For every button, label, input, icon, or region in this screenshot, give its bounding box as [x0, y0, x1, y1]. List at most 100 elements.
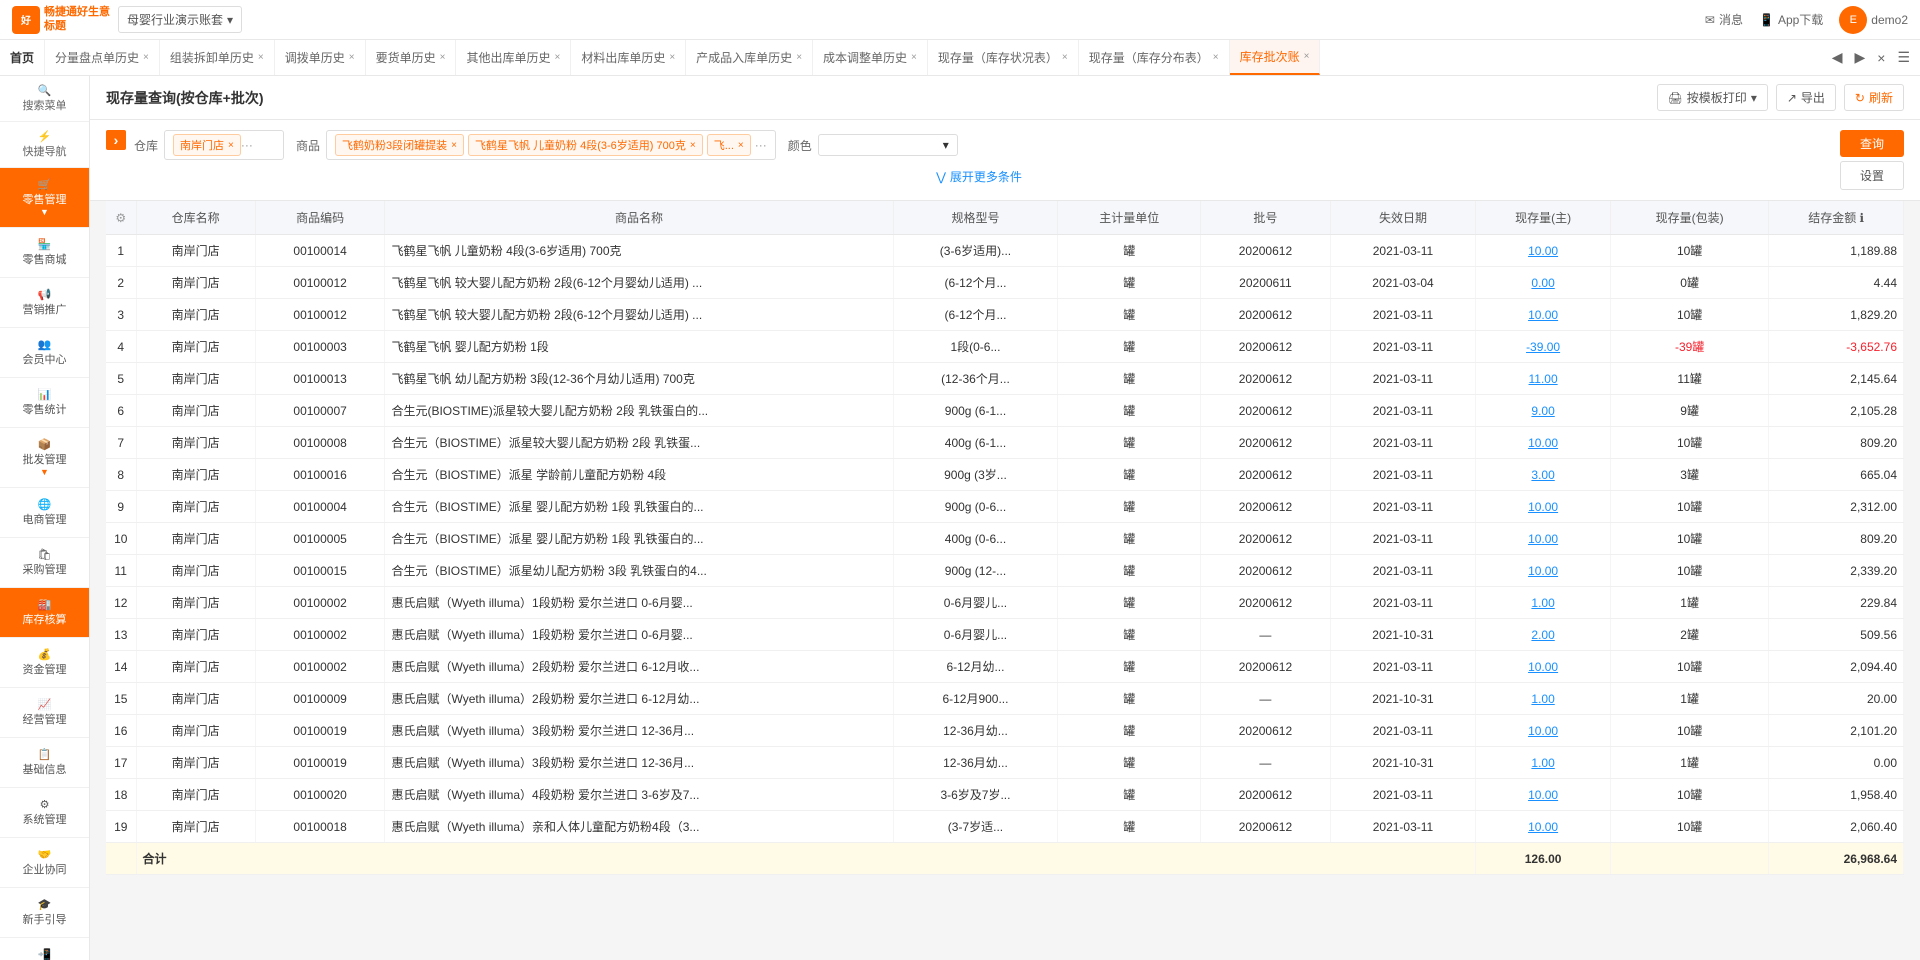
account-selector[interactable]: 母婴行业演示账套 ▾ [118, 6, 242, 33]
sidebar-item-retail[interactable]: 🛒 零售管理 ▼ [0, 168, 89, 228]
sidebar-item-member[interactable]: 👥 会员中心 [0, 328, 89, 378]
col-settings[interactable]: ⚙ [106, 201, 136, 235]
color-input[interactable]: ▾ [818, 134, 958, 156]
tab-diaobao[interactable]: 调拨单历史 × [275, 40, 366, 75]
cell-expire: 2021-03-11 [1330, 651, 1475, 683]
user-avatar[interactable]: E demo2 [1839, 6, 1908, 34]
cell-qty-main[interactable]: 10.00 [1476, 779, 1611, 811]
close-icon[interactable]: × [349, 52, 355, 63]
system-icon: ⚙ [4, 798, 85, 811]
app-download-btn[interactable]: 📱 App下载 [1759, 11, 1823, 28]
close-icon[interactable]: × [796, 52, 802, 63]
export-btn[interactable]: ↗ 导出 [1776, 84, 1836, 111]
sidebar-item-retail-stats[interactable]: 📊 零售统计 [0, 378, 89, 428]
cell-warehouse: 南岸门店 [136, 459, 255, 491]
close-icon[interactable]: × [440, 52, 446, 63]
close-icon[interactable]: × [143, 52, 149, 63]
cell-expire: 2021-03-11 [1330, 395, 1475, 427]
tab-home[interactable]: 首页 [0, 40, 45, 75]
warehouse-input[interactable]: 南岸门店 × ··· [164, 130, 284, 160]
tab-chancheng[interactable]: 产成品入库单历史 × [686, 40, 813, 75]
tab-kucun-fen[interactable]: 现存量（库存分布表） × [1079, 40, 1230, 75]
sidebar-item-enterprise[interactable]: 🤝 企业协同 [0, 838, 89, 888]
cell-qty-main[interactable]: 10.00 [1476, 651, 1611, 683]
cell-qty-main[interactable]: -39.00 [1476, 331, 1611, 363]
cell-unit: 罐 [1058, 555, 1201, 587]
cell-code: 00100015 [255, 555, 385, 587]
cell-batch: 20200612 [1201, 587, 1331, 619]
tab-kucun-pici[interactable]: 库存批次账 × [1230, 40, 1321, 75]
cell-qty-main[interactable]: 1.00 [1476, 587, 1611, 619]
sidebar-search[interactable]: 🔍 搜索菜单 [0, 76, 89, 122]
sidebar-quicknav[interactable]: ⚡ 快捷导航 [0, 122, 89, 168]
cell-qty-main[interactable]: 9.00 [1476, 395, 1611, 427]
cell-qty-main[interactable]: 10.00 [1476, 715, 1611, 747]
sidebar-item-appcenter[interactable]: 📲 应用中心 [0, 938, 89, 960]
sidebar-item-operations[interactable]: 📈 经营管理 [0, 688, 89, 738]
close-icon[interactable]: × [1304, 51, 1310, 62]
settings-btn[interactable]: 设置 [1840, 161, 1904, 190]
tab-qita[interactable]: 其他出库单历史 × [456, 40, 571, 75]
close-icon[interactable]: × [258, 52, 264, 63]
expand-filter-btn[interactable]: › [106, 130, 126, 150]
settings-icon[interactable]: ⚙ [115, 211, 126, 225]
content-area: 现存量查询(按仓库+批次) 🖨 按模板打印 ▾ ↗ 导出 ↻ 刷新 [90, 76, 1920, 960]
sidebar-item-finance[interactable]: 💰 资金管理 [0, 638, 89, 688]
template-print-btn[interactable]: 🖨 按模板打印 ▾ [1657, 84, 1768, 111]
cell-qty-main[interactable]: 10.00 [1476, 491, 1611, 523]
sidebar-item-mall[interactable]: 🏪 零售商城 [0, 228, 89, 278]
tab-yaohuo[interactable]: 要货单历史 × [366, 40, 457, 75]
sidebar-item-inventory[interactable]: 🏭 库存核算 [0, 588, 89, 638]
cell-warehouse: 南岸门店 [136, 587, 255, 619]
tab-menu-icon[interactable]: ☰ [1893, 47, 1914, 68]
product-input[interactable]: 飞鹤奶粉3段闭罐提装 × 飞鹤星飞帆 儿童奶粉 4段(3-6岁适用) 700克 … [326, 130, 776, 160]
sidebar-item-wholesale[interactable]: 📦 批发管理 ▼ [0, 428, 89, 488]
tab-prev-icon[interactable]: ◀ [1828, 47, 1847, 68]
tab-fenpan[interactable]: 分量盘点单历史 × [45, 40, 160, 75]
close-icon[interactable]: × [669, 52, 675, 63]
cell-batch: 20200611 [1201, 267, 1331, 299]
cell-qty-main[interactable]: 10.00 [1476, 299, 1611, 331]
tag-close-icon[interactable]: × [690, 140, 696, 151]
tab-kucun-zhuang[interactable]: 现存量（库存状况表） × [928, 40, 1079, 75]
tab-zuhe[interactable]: 组装拆卸单历史 × [160, 40, 275, 75]
cell-name: 飞鹤星飞帆 婴儿配方奶粉 1段 [385, 331, 893, 363]
cell-qty-main[interactable]: 1.00 [1476, 683, 1611, 715]
cell-qty-main[interactable]: 3.00 [1476, 459, 1611, 491]
row-number: 9 [106, 491, 136, 523]
sidebar-item-guide[interactable]: 🎓 新手引导 [0, 888, 89, 938]
tag-close-icon[interactable]: × [451, 140, 457, 151]
tag-close-icon[interactable]: × [738, 140, 744, 151]
close-icon[interactable]: × [554, 52, 560, 63]
tab-next-icon[interactable]: ▶ [1850, 47, 1869, 68]
sidebar-item-system[interactable]: ⚙ 系统管理 [0, 788, 89, 838]
cell-qty-main[interactable]: 10.00 [1476, 523, 1611, 555]
cell-qty-main[interactable]: 10.00 [1476, 235, 1611, 267]
tab-close-icon[interactable]: × [1873, 48, 1889, 68]
cell-qty-main[interactable]: 0.00 [1476, 267, 1611, 299]
tab-cailiao[interactable]: 材料出库单历史 × [571, 40, 686, 75]
query-btn[interactable]: 查询 [1840, 130, 1904, 157]
cell-qty-main[interactable]: 1.00 [1476, 747, 1611, 779]
sidebar-item-basic[interactable]: 📋 基础信息 [0, 738, 89, 788]
cell-balance: 2,339.20 [1769, 555, 1904, 587]
cell-name: 飞鹤星飞帆 较大婴儿配方奶粉 2段(6-12个月婴幼儿适用) ... [385, 267, 893, 299]
cell-qty-main[interactable]: 11.00 [1476, 363, 1611, 395]
tag-close-icon[interactable]: × [228, 140, 234, 151]
cell-qty-main[interactable]: 10.00 [1476, 811, 1611, 843]
tab-chengben[interactable]: 成本调整单历史 × [813, 40, 928, 75]
close-icon[interactable]: × [1213, 52, 1219, 63]
main-layout: 🔍 搜索菜单 ⚡ 快捷导航 🛒 零售管理 ▼ 🏪 零售商城 📢 营销推广 👥 会… [0, 76, 1920, 960]
cell-batch: 20200612 [1201, 651, 1331, 683]
sidebar-item-ecommerce[interactable]: 🌐 电商管理 [0, 488, 89, 538]
close-icon[interactable]: × [911, 52, 917, 63]
message-btn[interactable]: ✉ 消息 [1705, 11, 1743, 28]
refresh-btn[interactable]: ↻ 刷新 [1844, 84, 1904, 111]
cell-qty-main[interactable]: 10.00 [1476, 427, 1611, 459]
sidebar-item-marketing[interactable]: 📢 营销推广 [0, 278, 89, 328]
cell-qty-main[interactable]: 2.00 [1476, 619, 1611, 651]
expand-more-btn[interactable]: ⋁ 展开更多条件 [134, 168, 1824, 185]
close-icon[interactable]: × [1062, 52, 1068, 63]
cell-qty-main[interactable]: 10.00 [1476, 555, 1611, 587]
sidebar-item-purchase[interactable]: 🛍 采购管理 [0, 538, 89, 588]
